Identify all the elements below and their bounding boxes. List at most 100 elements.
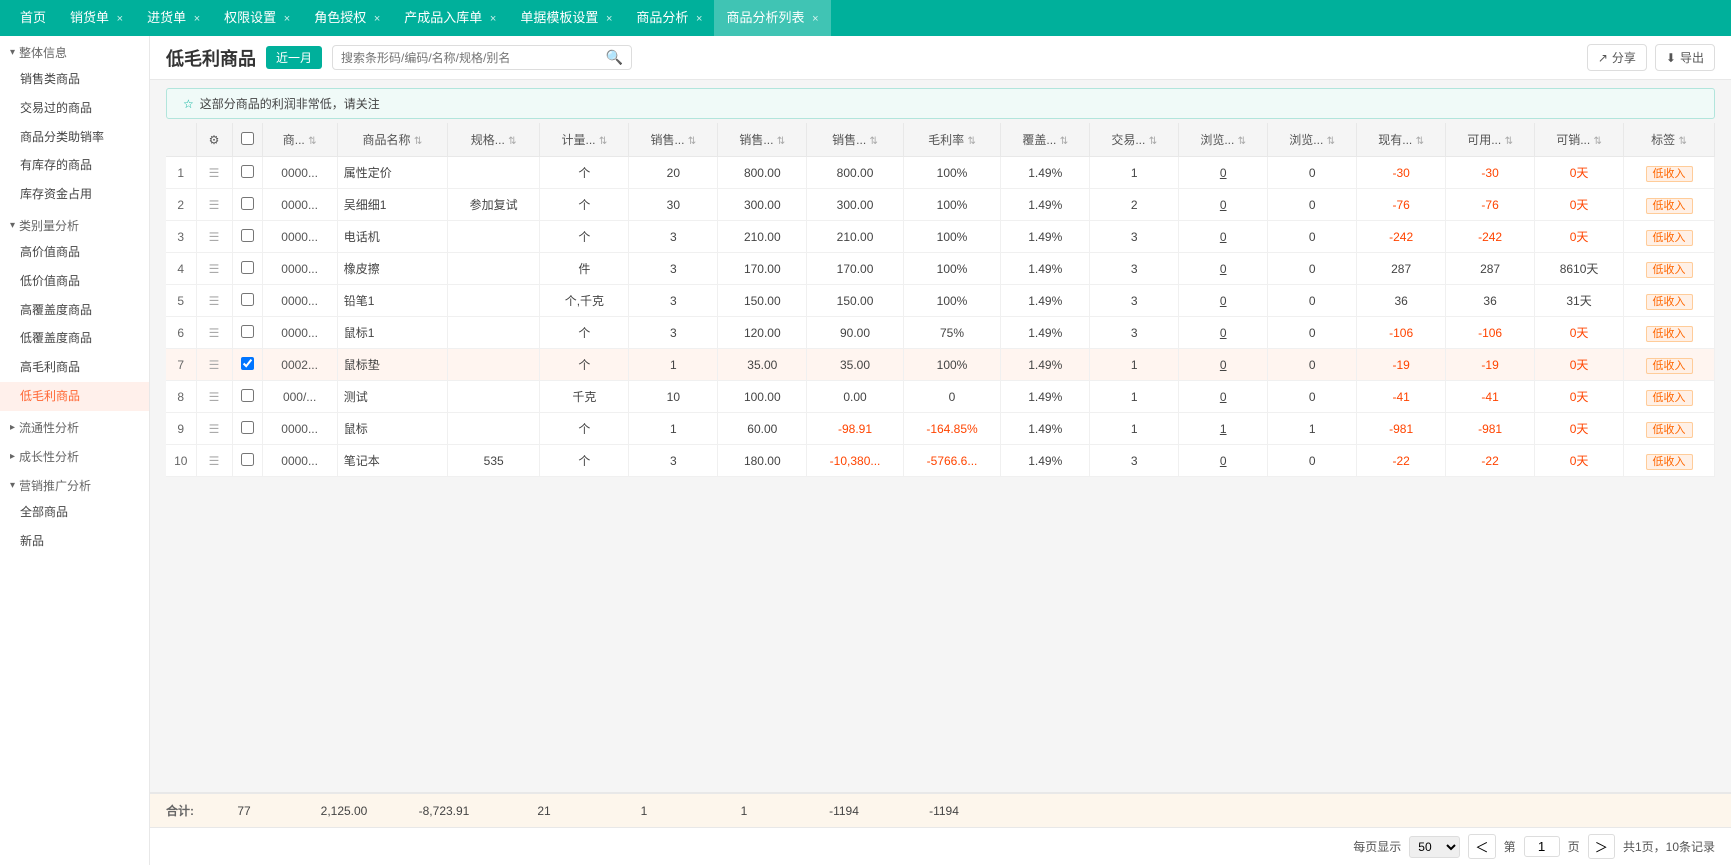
row-checkbox[interactable] [232,253,262,285]
row-browse1[interactable]: 0 [1179,221,1268,253]
row-settings[interactable]: ☰ [196,189,232,221]
close-icon[interactable]: × [284,13,290,25]
row-browse1[interactable]: 0 [1179,317,1268,349]
row-checkbox[interactable] [232,317,262,349]
page-number-input[interactable] [1524,836,1560,857]
close-icon[interactable]: × [194,13,200,25]
row-settings[interactable]: ☰ [196,285,232,317]
sidebar-item-stock-fund[interactable]: 库存资金占用 [0,180,149,209]
col-spec[interactable]: 规格... ⇅ [447,123,539,157]
sidebar-item-new-goods[interactable]: 新品 [0,527,149,556]
export-button[interactable]: ⬇ 导出 [1655,44,1715,71]
col-tag[interactable]: 标签 ⇅ [1624,123,1715,157]
row-checkbox[interactable] [232,413,262,445]
sidebar-item-high-margin[interactable]: 高毛利商品 [0,353,149,382]
close-icon[interactable]: × [490,13,496,25]
row-browse1[interactable]: 0 [1179,285,1268,317]
search-input[interactable] [341,51,606,65]
row-select-checkbox[interactable] [241,197,254,210]
col-saleable[interactable]: 可销... ⇅ [1535,123,1624,157]
row-checkbox[interactable] [232,381,262,413]
sidebar-group-marketing[interactable]: ▾ 营销推广分析 [0,469,149,498]
col-unit[interactable]: 计量... ⇅ [540,123,629,157]
col-sales-price[interactable]: 销售... ⇅ [718,123,807,157]
row-select-checkbox[interactable] [241,325,254,338]
col-coverage[interactable]: 覆盖... ⇅ [1001,123,1090,157]
close-icon[interactable]: × [812,13,818,25]
sidebar-item-sales-goods[interactable]: 销售类商品 [0,65,149,94]
settings-col-header[interactable]: ⚙ [196,123,232,157]
row-select-checkbox[interactable] [241,357,254,370]
col-trans[interactable]: 交易... ⇅ [1090,123,1179,157]
row-browse1[interactable]: 0 [1179,381,1268,413]
sidebar-item-low-value[interactable]: 低价值商品 [0,267,149,296]
sidebar-item-low-margin[interactable]: 低毛利商品 [0,382,149,411]
close-icon[interactable]: × [606,13,612,25]
col-code[interactable]: 商... ⇅ [262,123,337,157]
next-page-button[interactable]: ＞ [1588,834,1615,859]
col-name[interactable]: 商品名称 ⇅ [337,123,447,157]
sidebar-group-overall[interactable]: ▾ 整体信息 [0,36,149,65]
row-settings[interactable]: ☰ [196,445,232,477]
row-browse1[interactable]: 0 [1179,253,1268,285]
sidebar-item-high-value[interactable]: 高价值商品 [0,238,149,267]
row-checkbox[interactable] [232,189,262,221]
row-select-checkbox[interactable] [241,389,254,402]
nav-item-sales[interactable]: 销货单 × [58,0,135,36]
row-settings[interactable]: ☰ [196,157,232,189]
row-select-checkbox[interactable] [241,229,254,242]
col-sales-amount[interactable]: 销售... ⇅ [807,123,903,157]
row-select-checkbox[interactable] [241,293,254,306]
row-select-checkbox[interactable] [241,421,254,434]
close-icon[interactable]: × [696,13,702,25]
close-icon[interactable]: × [117,13,123,25]
nav-item-purchase[interactable]: 进货单 × [135,0,212,36]
row-settings[interactable]: ☰ [196,221,232,253]
prev-page-button[interactable]: ＜ [1468,834,1495,859]
row-settings[interactable]: ☰ [196,413,232,445]
row-checkbox[interactable] [232,157,262,189]
row-settings[interactable]: ☰ [196,317,232,349]
select-all-checkbox[interactable] [241,132,254,145]
nav-item-analysis-list[interactable]: 商品分析列表 × [714,0,830,36]
row-checkbox[interactable] [232,221,262,253]
row-select-checkbox[interactable] [241,165,254,178]
page-size-select[interactable]: 50 100 200 [1409,836,1460,858]
row-browse1[interactable]: 1 [1179,413,1268,445]
col-current-stock[interactable]: 现有... ⇅ [1357,123,1446,157]
col-gross-rate[interactable]: 毛利率 ⇅ [903,123,1001,157]
row-browse1[interactable]: 0 [1179,157,1268,189]
time-filter-button[interactable]: 近一月 [266,46,322,69]
row-browse1[interactable]: 0 [1179,349,1268,381]
row-browse1[interactable]: 0 [1179,189,1268,221]
table-container[interactable]: ⚙ 商... ⇅ 商品名称 ⇅ 规格... ⇅ 计量... ⇅ 销售... ⇅ … [166,123,1715,792]
sidebar-item-all-goods[interactable]: 全部商品 [0,498,149,527]
col-available[interactable]: 可用... ⇅ [1446,123,1535,157]
share-button[interactable]: ↗ 分享 [1587,44,1647,71]
sidebar-item-in-stock[interactable]: 有库存的商品 [0,151,149,180]
nav-item-analysis[interactable]: 商品分析 × [624,0,714,36]
close-icon[interactable]: × [374,13,380,25]
sidebar-group-circulation[interactable]: ▸ 流通性分析 [0,411,149,440]
sidebar-item-category-rate[interactable]: 商品分类助销率 [0,123,149,152]
row-checkbox[interactable] [232,285,262,317]
sidebar-item-high-coverage[interactable]: 高覆盖度商品 [0,296,149,325]
row-settings[interactable]: ☰ [196,349,232,381]
checkbox-col-header[interactable] [232,123,262,157]
row-browse1[interactable]: 0 [1179,445,1268,477]
row-select-checkbox[interactable] [241,261,254,274]
search-icon[interactable]: 🔍 [606,49,623,66]
row-settings[interactable]: ☰ [196,381,232,413]
row-settings[interactable]: ☰ [196,253,232,285]
nav-item-home[interactable]: 首页 [8,0,58,36]
col-browse2[interactable]: 浏览... ⇅ [1268,123,1357,157]
nav-item-products[interactable]: 产成品入库单 × [392,0,508,36]
nav-item-permissions[interactable]: 权限设置 × [212,0,302,36]
row-select-checkbox[interactable] [241,453,254,466]
sidebar-group-growth[interactable]: ▸ 成长性分析 [0,440,149,469]
sidebar-item-low-coverage[interactable]: 低覆盖度商品 [0,324,149,353]
sidebar-item-traded-goods[interactable]: 交易过的商品 [0,94,149,123]
col-browse1[interactable]: 浏览... ⇅ [1179,123,1268,157]
sidebar-group-category[interactable]: ▾ 类别量分析 [0,209,149,238]
col-sales-qty[interactable]: 销售... ⇅ [629,123,718,157]
